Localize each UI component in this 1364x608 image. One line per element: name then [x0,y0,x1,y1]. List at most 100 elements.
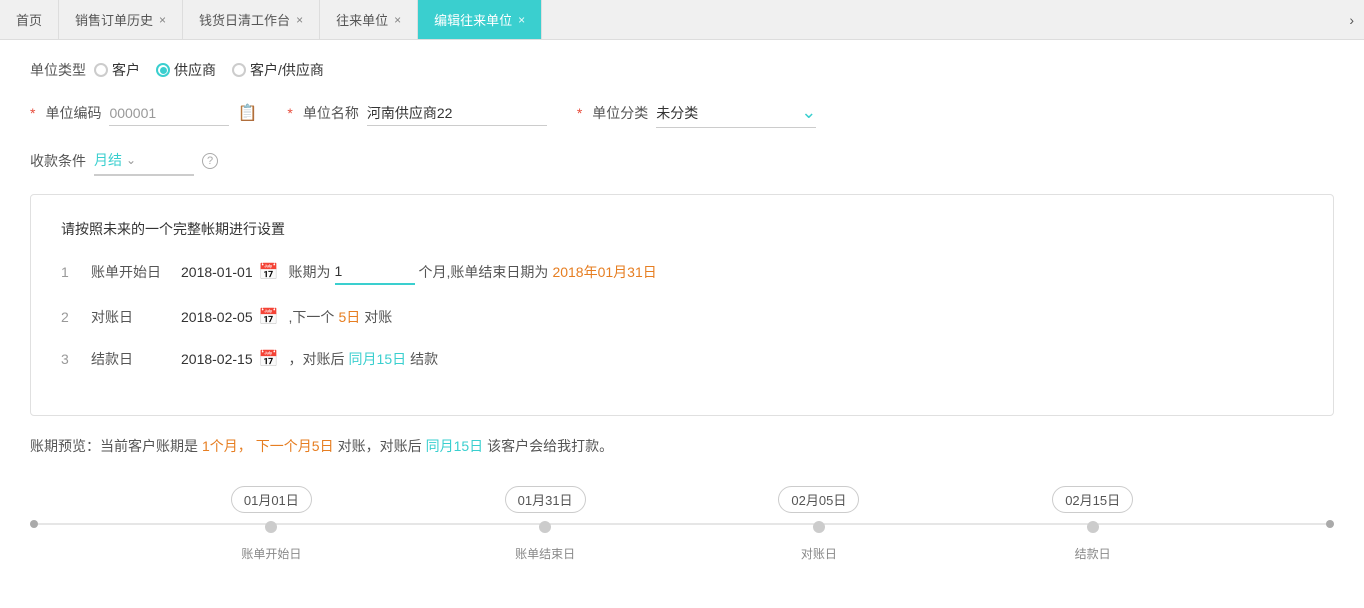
tab-edit-partner[interactable]: 编辑往来单位 × [418,0,542,39]
timeline: 01月01日 账单开始日 01月31日 账单结束日 02月05日 对账日 02月… [30,476,1334,572]
timeline-items: 01月01日 账单开始日 01月31日 账单结束日 02月05日 对账日 02月… [30,486,1334,562]
row-3-desc-suffix: 结款 [410,349,438,369]
radio-both[interactable]: 客户/供应商 [232,60,324,80]
payment-value: 月结 [94,150,122,170]
row-2-date: 2018-02-05 📅 [181,307,279,327]
row-3-desc-prefix: ，对账后 [289,349,345,369]
radio-supplier[interactable]: 供应商 [156,60,216,80]
unit-type-label: 单位类型 [30,60,86,80]
unit-code-label: 单位编码 [45,103,101,123]
row-3-num: 3 [61,351,91,367]
row-2-date-value: 2018-02-05 [181,309,253,325]
row-3-date-value: 2018-02-15 [181,351,253,367]
settings-box: 请按照未来的一个完整帐期进行设置 1 账单开始日 2018-01-01 📅 账期… [30,194,1334,416]
row-1-date: 2018-01-01 📅 [181,262,279,282]
radio-both-label: 客户/供应商 [250,60,324,80]
preview-part1: 1个月， [202,436,252,456]
row-1-label: 账单开始日 [91,262,181,282]
settings-title: 请按照未来的一个完整帐期进行设置 [61,219,1303,239]
radio-supplier-circle [156,63,170,77]
unit-category-label: 单位分类 [592,103,648,123]
payment-dropdown-arrow: ⌄ [126,153,136,167]
timeline-label-1: 账单开始日 [241,545,301,562]
unit-category-star: * [577,105,582,121]
tab-home[interactable]: 首页 [0,0,59,39]
category-dropdown-arrow: ⌄ [801,102,816,123]
timeline-label-4: 结款日 [1075,545,1111,562]
unit-code-copy-icon[interactable]: 📋 [237,103,257,123]
tab-sales-history-label: 销售订单历史 [75,10,153,29]
row-1-desc-prefix: 账期为 [289,262,331,282]
unit-category-value: 未分类 [656,103,797,123]
settings-row-1: 1 账单开始日 2018-01-01 📅 账期为 个月,账单结束日期为 2018… [61,259,1303,285]
payment-group: 收款条件 月结 ⌄ ? [30,146,218,176]
payment-label: 收款条件 [30,151,86,171]
close-sales-history[interactable]: × [159,13,166,27]
radio-both-circle [232,63,246,77]
tab-partner[interactable]: 往来单位 × [320,0,418,39]
radio-customer-circle [94,63,108,77]
row-2-highlight: 5日 [338,307,360,327]
preview-text: 账期预览：当前客户账期是 1个月， 下一个月5日 对账，对账后 同月15日 该客… [30,436,1334,456]
row-2-num: 2 [61,309,91,325]
radio-customer-label: 客户 [112,60,140,80]
row-2-desc-suffix: 对账 [364,307,392,327]
unit-code-star: * [30,105,35,121]
tab-home-label: 首页 [16,10,42,29]
timeline-date-4: 02月15日 [1052,486,1133,513]
row-2-desc-prefix: ,下一个 [289,307,335,327]
period-input[interactable] [335,259,415,285]
row-1-cal-icon[interactable]: 📅 [259,262,279,282]
timeline-label-3: 对账日 [801,545,837,562]
preview-prefix: 账期预览：当前客户账期是 [30,436,198,456]
settings-row-2: 2 对账日 2018-02-05 📅 ,下一个 5日 对账 [61,307,1303,327]
row-3-date: 2018-02-15 📅 [181,349,279,369]
main-content: 单位类型 客户 供应商 客户/供应商 * 单位编码 [0,40,1364,608]
close-partner[interactable]: × [394,13,401,27]
unit-code-group: * 单位编码 📋 [30,101,257,126]
timeline-date-1: 01月01日 [231,486,312,513]
row-3-cal-icon[interactable]: 📅 [259,349,279,369]
preview-part3: 同月15日 [426,436,484,456]
row-3-label: 结款日 [91,349,181,369]
timeline-label-2: 账单结束日 [515,545,575,562]
row-1-desc: 账期为 个月,账单结束日期为 2018年01月31日 [289,259,657,285]
row-1-date-value: 2018-01-01 [181,264,253,280]
payment-help-icon[interactable]: ? [202,153,218,169]
timeline-node-1 [265,521,277,533]
unit-info-row: * 单位编码 📋 * 单位名称 * 单位分类 未分类 ⌄ [30,98,1334,128]
tab-more-button[interactable]: › [1339,0,1364,39]
close-edit-partner[interactable]: × [518,13,525,27]
row-1-end-date: 2018年01月31日 [552,262,656,282]
unit-code-input[interactable] [109,101,229,126]
payment-row: 收款条件 月结 ⌄ ? [30,146,1334,176]
close-cash-work[interactable]: × [296,13,303,27]
tab-bar: 首页 销售订单历史 × 钱货日清工作台 × 往来单位 × 编辑往来单位 × › [0,0,1364,40]
row-1-desc-suffix: 个月,账单结束日期为 [419,262,549,282]
timeline-end-cap [1326,520,1334,528]
preview-suffix: 该客户会给我打款。 [487,436,613,456]
radio-group: 客户 供应商 客户/供应商 [94,60,324,80]
unit-name-group: * 单位名称 [287,101,546,126]
timeline-item-3: 02月05日 对账日 [778,486,859,562]
tab-edit-partner-label: 编辑往来单位 [434,10,512,29]
tab-sales-history[interactable]: 销售订单历史 × [59,0,183,39]
row-1-num: 1 [61,264,91,280]
unit-type-row: 单位类型 客户 供应商 客户/供应商 [30,60,1334,80]
row-2-cal-icon[interactable]: 📅 [259,307,279,327]
payment-dropdown[interactable]: 月结 ⌄ [94,146,194,176]
row-3-desc: ，对账后 同月15日 结款 [289,349,439,369]
timeline-item-1: 01月01日 账单开始日 [231,486,312,562]
tab-cash-work[interactable]: 钱货日清工作台 × [183,0,320,39]
radio-customer[interactable]: 客户 [94,60,140,80]
unit-name-label: 单位名称 [303,103,359,123]
row-2-desc: ,下一个 5日 对账 [289,307,393,327]
timeline-node-4 [1087,521,1099,533]
tab-more-icon: › [1349,12,1354,28]
unit-category-dropdown[interactable]: 未分类 ⌄ [656,98,816,128]
unit-name-input[interactable] [367,101,547,126]
timeline-item-2: 01月31日 账单结束日 [505,486,586,562]
timeline-item-4: 02月15日 结款日 [1052,486,1133,562]
tab-cash-work-label: 钱货日清工作台 [199,10,290,29]
unit-name-star: * [287,105,292,121]
